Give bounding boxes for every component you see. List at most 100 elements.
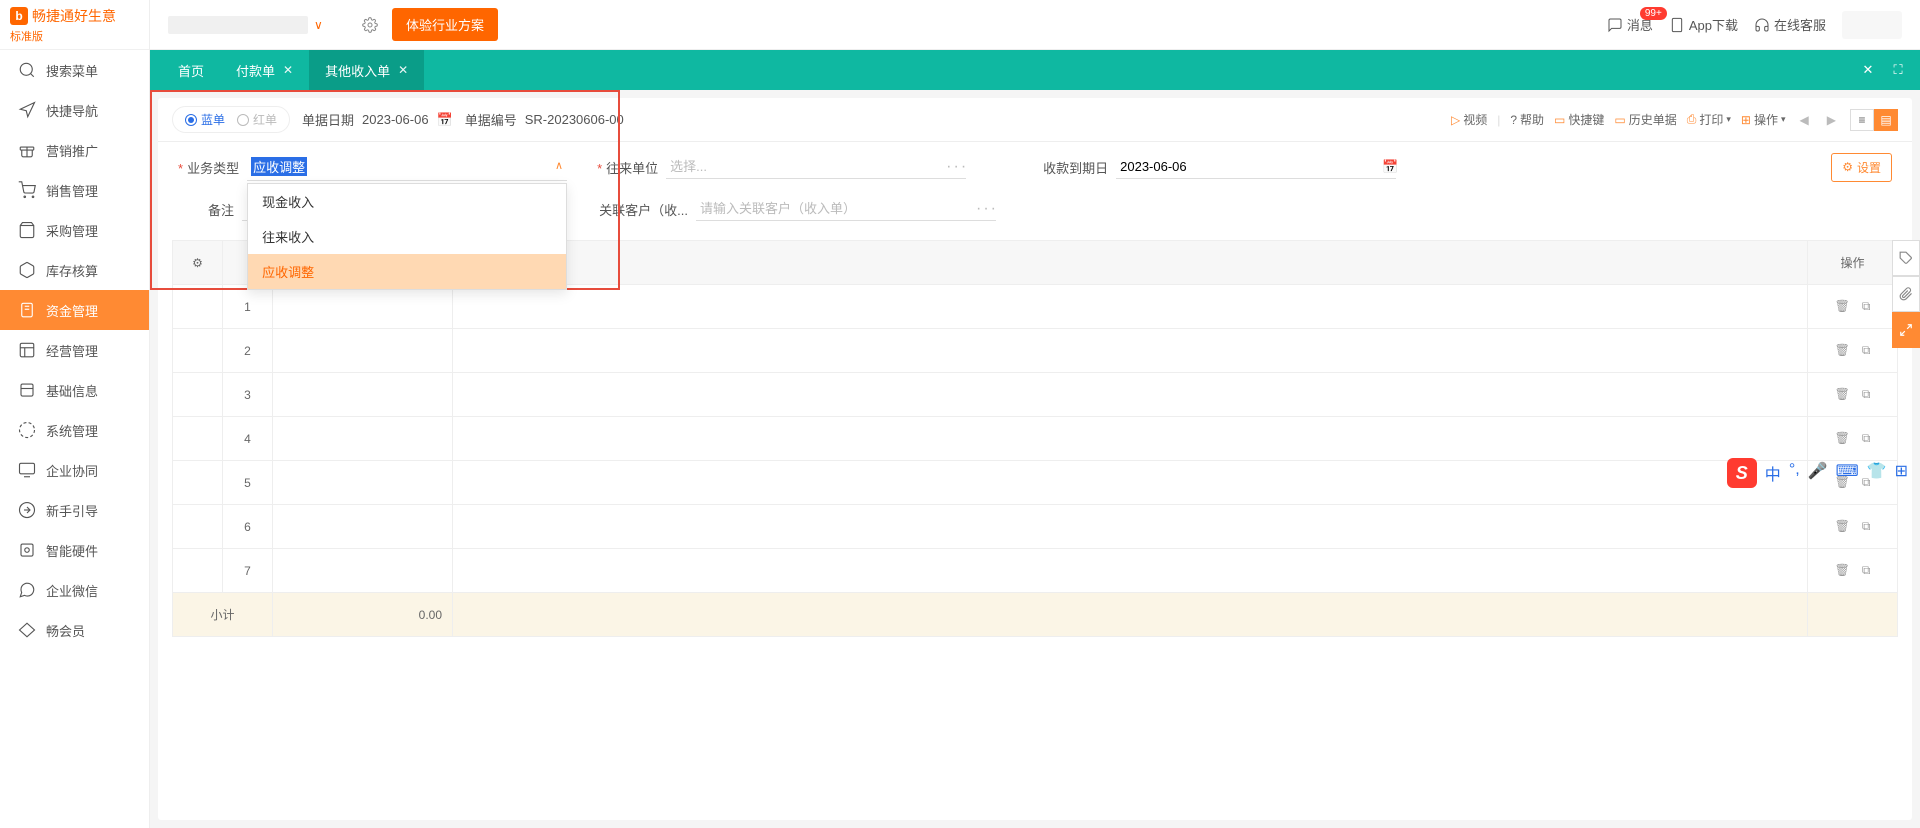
gear-icon: ⚙ (1842, 160, 1853, 174)
sidebar-item-14[interactable]: 畅会员 (0, 610, 149, 650)
settings-button[interactable]: ⚙ 设置 (1831, 153, 1892, 182)
radio-blue[interactable]: 蓝单 (185, 111, 225, 128)
ime-skin-icon[interactable]: 👕 (1867, 461, 1887, 485)
print-icon: ⎙ (1687, 112, 1697, 127)
table-row[interactable]: 2🗑⧉ (173, 329, 1898, 373)
copy-icon[interactable]: ⧉ (1862, 519, 1871, 534)
dropdown-option-1[interactable]: 往来收入 (248, 219, 566, 254)
biz-type-select[interactable]: 应收调整 ∧ 现金收入往来收入应收调整 (247, 153, 567, 181)
video-link[interactable]: ▷视频 (1451, 111, 1487, 128)
delete-icon[interactable]: 🗑 (1835, 519, 1850, 534)
app-download-link[interactable]: App下载 (1669, 15, 1738, 34)
float-attach-icon[interactable] (1892, 276, 1920, 312)
tab-0[interactable]: 首页 (162, 50, 220, 90)
close-all-tabs-icon[interactable]: ✕ (1856, 58, 1880, 82)
user-avatar[interactable] (1842, 11, 1902, 39)
trial-button[interactable]: 体验行业方案 (392, 8, 498, 41)
menu-icon (18, 621, 36, 639)
sidebar-item-7[interactable]: 经营管理 (0, 330, 149, 370)
sidebar-item-6[interactable]: 资金管理 (0, 290, 149, 330)
due-date-input[interactable] (1116, 155, 1396, 179)
ime-lang-icon[interactable]: 中 (1765, 461, 1781, 485)
table-row[interactable]: 4🗑⧉ (173, 417, 1898, 461)
sidebar-item-1[interactable]: 快捷导航 (0, 90, 149, 130)
ime-menu-icon[interactable]: ⊞ (1895, 461, 1908, 485)
copy-icon[interactable]: ⧉ (1862, 343, 1871, 358)
radio-dot-icon (237, 114, 249, 126)
subtotal-label: 小计 (173, 593, 273, 637)
related-customer-input[interactable] (696, 197, 996, 221)
float-expand-icon[interactable] (1892, 312, 1920, 348)
float-tag-icon[interactable] (1892, 240, 1920, 276)
radio-red[interactable]: 红单 (237, 111, 277, 128)
copy-icon[interactable]: ⧉ (1862, 431, 1871, 446)
shortcut-link[interactable]: ▭快捷键 (1554, 111, 1604, 128)
sidebar-item-12[interactable]: 智能硬件 (0, 530, 149, 570)
message-badge: 99+ (1640, 7, 1667, 20)
messages-link[interactable]: 消息 99+ (1607, 15, 1653, 34)
table-row[interactable]: 3🗑⧉ (173, 373, 1898, 417)
sidebar-item-0[interactable]: 搜索菜单 (0, 50, 149, 90)
table-row[interactable]: 7🗑⧉ (173, 549, 1898, 593)
support-link[interactable]: 在线客服 (1754, 15, 1826, 34)
table-row[interactable]: 6🗑⧉ (173, 505, 1898, 549)
more-icon[interactable]: ··· (976, 200, 998, 218)
sidebar-item-10[interactable]: 企业协同 (0, 450, 149, 490)
tab-2[interactable]: 其他收入单✕ (309, 50, 424, 90)
sidebar-item-11[interactable]: 新手引导 (0, 490, 149, 530)
sidebar-item-13[interactable]: 企业微信 (0, 570, 149, 610)
headset-icon (1754, 17, 1770, 33)
help-link[interactable]: ?帮助 (1510, 111, 1544, 128)
delete-icon[interactable]: 🗑 (1835, 387, 1850, 402)
copy-icon[interactable]: ⧉ (1862, 299, 1871, 314)
tab-1[interactable]: 付款单✕ (220, 50, 309, 90)
prev-arrow-icon[interactable]: ◀ (1796, 113, 1813, 127)
menu-icon (18, 541, 36, 559)
delete-icon[interactable]: 🗑 (1835, 299, 1850, 314)
sidebar-item-5[interactable]: 库存核算 (0, 250, 149, 290)
menu-icon (18, 461, 36, 479)
sidebar-item-2[interactable]: 营销推广 (0, 130, 149, 170)
party-label: 往来单位 (597, 158, 658, 177)
ime-mic-icon[interactable]: 🎤 (1808, 461, 1828, 485)
calendar-icon[interactable]: 📅 (437, 112, 453, 128)
view-card-button[interactable]: ▤ (1874, 109, 1898, 131)
menu-icon (18, 501, 36, 519)
history-link[interactable]: ▭历史单据 (1614, 111, 1676, 128)
delete-icon[interactable]: 🗑 (1835, 431, 1850, 446)
gear-icon[interactable] (362, 17, 378, 33)
sidebar-item-3[interactable]: 销售管理 (0, 170, 149, 210)
fullscreen-icon[interactable]: ⛶ (1886, 58, 1910, 82)
more-icon[interactable]: ··· (946, 158, 968, 176)
sidebar-item-4[interactable]: 采购管理 (0, 210, 149, 250)
ime-toolbar: S 中 °, 🎤 ⌨ 👕 ⊞ (1727, 458, 1908, 488)
table-row[interactable]: 5🗑⧉ (173, 461, 1898, 505)
close-icon[interactable]: ✕ (283, 63, 293, 77)
action-link[interactable]: ⊞操作▾ (1741, 111, 1786, 128)
ime-punct-icon[interactable]: °, (1789, 461, 1800, 485)
dropdown-option-2[interactable]: 应收调整 (248, 254, 566, 289)
print-link[interactable]: ⎙打印▾ (1687, 111, 1731, 128)
close-icon[interactable]: ✕ (398, 63, 408, 77)
table-op-header: 操作 (1808, 241, 1898, 285)
table-gear-header[interactable]: ⚙ (173, 241, 223, 285)
party-input[interactable] (666, 155, 966, 179)
delete-icon[interactable]: 🗑 (1835, 563, 1850, 578)
menu-icon (18, 421, 36, 439)
copy-icon[interactable]: ⧉ (1862, 563, 1871, 578)
doc-date-value[interactable]: 2023-06-06 (362, 112, 429, 127)
calendar-icon[interactable]: 📅 (1382, 159, 1398, 175)
sidebar-item-8[interactable]: 基础信息 (0, 370, 149, 410)
table-row[interactable]: 1🗑⧉ (173, 285, 1898, 329)
view-list-button[interactable]: ≡ (1850, 109, 1874, 131)
ime-logo-icon[interactable]: S (1727, 458, 1757, 488)
dropdown-option-0[interactable]: 现金收入 (248, 184, 566, 219)
copy-icon[interactable]: ⧉ (1862, 387, 1871, 402)
ime-keyboard-icon[interactable]: ⌨ (1836, 461, 1859, 485)
form-toolbar: 蓝单 红单 单据日期 2023-06-06 📅 单据编号 SR-20230606… (158, 98, 1912, 142)
sidebar-item-9[interactable]: 系统管理 (0, 410, 149, 450)
delete-icon[interactable]: 🗑 (1835, 343, 1850, 358)
play-icon: ▷ (1451, 113, 1460, 127)
next-arrow-icon[interactable]: ▶ (1823, 113, 1840, 127)
company-selector[interactable]: ∨ (168, 16, 348, 34)
